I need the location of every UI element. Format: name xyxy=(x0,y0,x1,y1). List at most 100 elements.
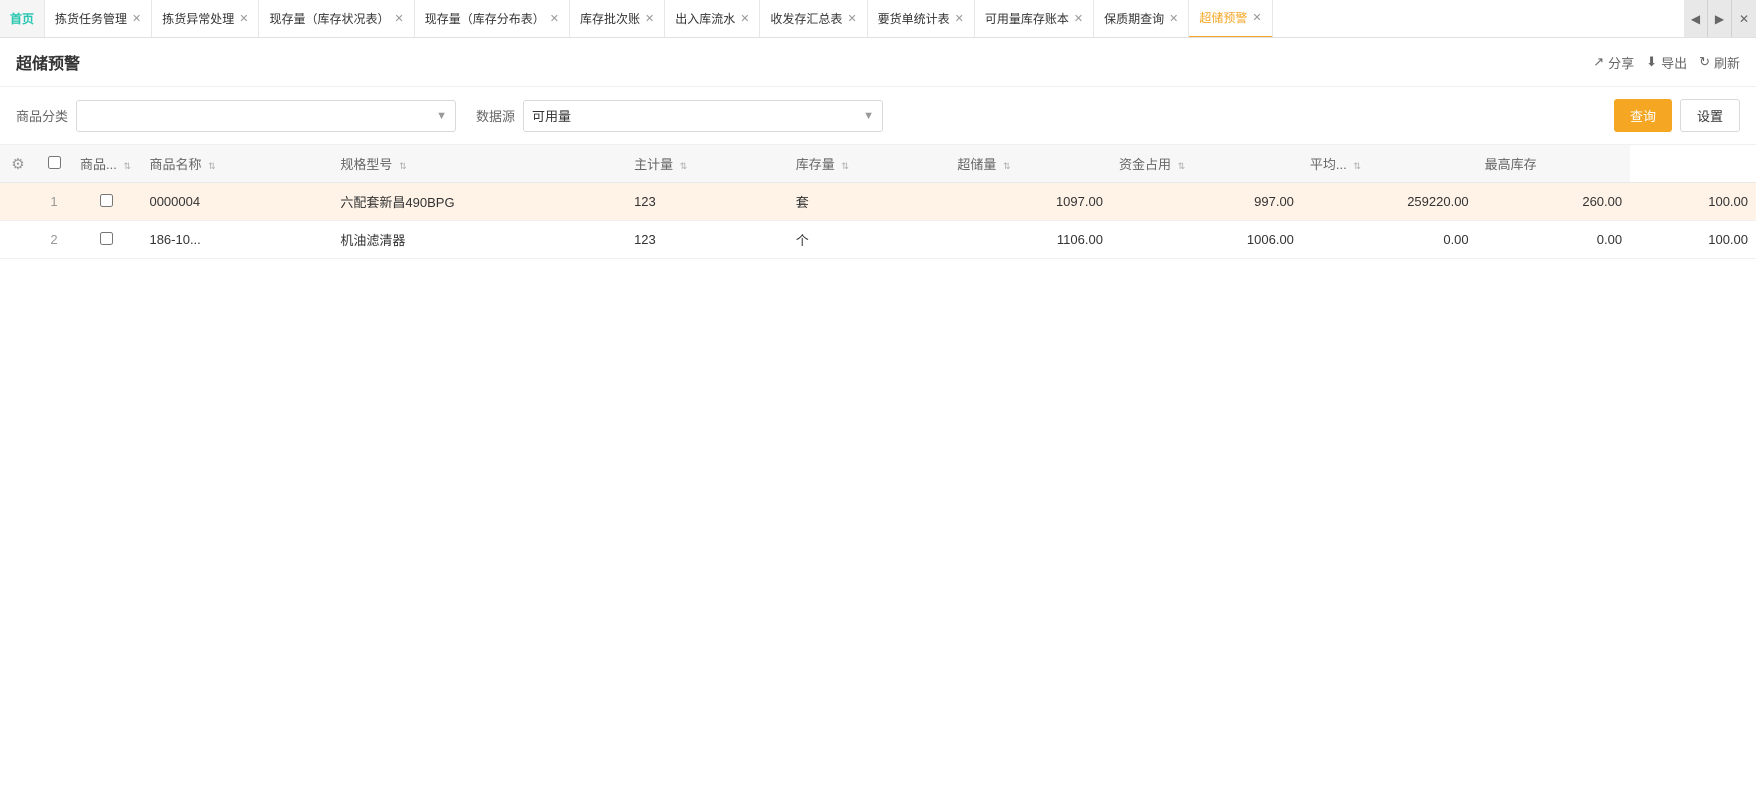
nav-tab-label: 库存批次账 xyxy=(580,10,640,27)
th-avg-label: 平均... xyxy=(1310,157,1347,172)
row-num: 1 xyxy=(36,183,72,221)
close-tab-icon[interactable]: ✕ xyxy=(645,12,654,25)
nav-tab-label: 收发存汇总表 xyxy=(770,10,842,27)
th-max-stock: 最高库存 xyxy=(1477,145,1630,183)
nav-tab[interactable]: 现存量（库存分布表）✕ xyxy=(415,0,570,38)
filter-area: 商品分类 ▼ 数据源 可用量 ▼ 查询 设置 xyxy=(0,87,1756,145)
close-tab-icon[interactable]: ✕ xyxy=(847,12,856,25)
nav-prev-btn[interactable]: ◀ xyxy=(1684,0,1708,38)
nav-tab[interactable]: 要货单统计表 ✕ xyxy=(868,0,975,38)
cell-avg: 0.00 xyxy=(1477,221,1630,259)
sort-unit-icon[interactable]: ⇅ xyxy=(680,161,690,172)
close-tab-icon[interactable]: ✕ xyxy=(1252,11,1261,24)
home-label: 首页 xyxy=(10,10,34,27)
gear-icon[interactable]: ⚙ xyxy=(11,156,24,173)
table-row: 2 186-10... 机油滤清器 123 个 1106.00 1006.00 … xyxy=(0,221,1756,259)
close-tab-icon[interactable]: ✕ xyxy=(1169,12,1178,25)
sort-stock-icon[interactable]: ⇅ xyxy=(841,161,851,172)
nav-tab-label: 要货单统计表 xyxy=(878,10,950,27)
th-avg: 平均... ⇅ xyxy=(1302,145,1477,183)
row-gear-cell xyxy=(0,183,36,221)
cell-stock: 1097.00 xyxy=(949,183,1111,221)
export-icon: ⬇ xyxy=(1646,54,1657,70)
share-btn[interactable]: ↗ 分享 xyxy=(1593,53,1634,72)
cell-product-name: 机油滤清器 xyxy=(332,221,626,259)
category-select-value xyxy=(85,108,89,123)
nav-tab-label: 拣货异常处理 xyxy=(162,10,234,27)
close-tab-icon[interactable]: ✕ xyxy=(239,12,248,25)
export-btn[interactable]: ⬇ 导出 xyxy=(1646,53,1687,72)
share-label: 分享 xyxy=(1608,53,1634,72)
share-icon: ↗ xyxy=(1593,54,1604,70)
row-num: 2 xyxy=(36,221,72,259)
nav-home[interactable]: 首页 xyxy=(0,0,45,38)
nav-next-btn[interactable]: ▶ xyxy=(1708,0,1732,38)
close-tab-icon[interactable]: ✕ xyxy=(1074,12,1083,25)
row-gear-cell xyxy=(0,221,36,259)
th-unit: 主计量 ⇅ xyxy=(626,145,788,183)
refresh-label: 刷新 xyxy=(1714,53,1740,72)
nav-tab[interactable]: 拣货异常处理 ✕ xyxy=(152,0,259,38)
th-stock-label: 库存量 xyxy=(796,157,835,172)
table-container: ⚙ 商品... ⇅ 商品名称 ⇅ 规格型号 ⇅ xyxy=(0,145,1756,259)
nav-close-btn[interactable]: ✕ xyxy=(1732,0,1756,38)
cell-max-stock: 100.00 xyxy=(1630,221,1756,259)
row-checkbox[interactable] xyxy=(100,194,113,207)
th-capital-label: 资金占用 xyxy=(1119,157,1171,172)
nav-tab[interactable]: 拣货任务管理 ✕ xyxy=(45,0,152,38)
th-unit-label: 主计量 xyxy=(634,157,673,172)
datasource-label: 数据源 xyxy=(476,106,515,125)
th-checkbox xyxy=(36,145,72,183)
cell-overstock: 1006.00 xyxy=(1111,221,1302,259)
nav-tab-label: 现存量（库存状况表） xyxy=(269,10,389,27)
cell-checkbox xyxy=(72,221,141,259)
cell-checkbox xyxy=(72,183,141,221)
category-select[interactable]: ▼ xyxy=(76,100,456,132)
query-button[interactable]: 查询 xyxy=(1614,99,1672,132)
nav-tab[interactable]: 保质期查询✕ xyxy=(1094,0,1189,38)
th-spec: 规格型号 ⇅ xyxy=(332,145,626,183)
sort-spec-icon[interactable]: ⇅ xyxy=(399,161,409,172)
cell-stock: 1106.00 xyxy=(949,221,1111,259)
th-overstock: 超储量 ⇅ xyxy=(949,145,1111,183)
th-product-code-label: 商品... xyxy=(80,157,117,172)
refresh-btn[interactable]: ↻ 刷新 xyxy=(1699,53,1740,72)
page-header: 超储预警 ↗ 分享 ⬇ 导出 ↻ 刷新 xyxy=(0,38,1756,87)
refresh-icon: ↻ xyxy=(1699,54,1710,70)
close-tab-icon[interactable]: ✕ xyxy=(395,12,404,25)
cell-max-stock: 100.00 xyxy=(1630,183,1756,221)
th-product-name-label: 商品名称 xyxy=(149,157,201,172)
th-product-code: 商品... ⇅ xyxy=(72,145,141,183)
close-tab-icon[interactable]: ✕ xyxy=(740,12,749,25)
sort-capital-icon[interactable]: ⇅ xyxy=(1178,161,1188,172)
close-tab-icon[interactable]: ✕ xyxy=(955,12,964,25)
nav-tab[interactable]: 库存批次账 ✕ xyxy=(570,0,665,38)
sort-product-code-icon[interactable]: ⇅ xyxy=(123,161,133,172)
th-max-stock-label: 最高库存 xyxy=(1485,157,1537,172)
sort-avg-icon[interactable]: ⇅ xyxy=(1353,161,1363,172)
th-gear: ⚙ xyxy=(0,145,36,183)
header-actions: ↗ 分享 ⬇ 导出 ↻ 刷新 xyxy=(1593,53,1740,72)
nav-arrows: ◀ ▶ ✕ xyxy=(1684,0,1756,38)
select-all-checkbox[interactable] xyxy=(48,156,61,169)
cell-spec: 123 xyxy=(626,183,788,221)
cell-unit: 个 xyxy=(788,221,950,259)
close-tab-icon[interactable]: ✕ xyxy=(132,12,141,25)
row-checkbox[interactable] xyxy=(100,232,113,245)
nav-tab-label: 拣货任务管理 xyxy=(55,10,127,27)
datasource-select[interactable]: 可用量 ▼ xyxy=(523,100,883,132)
main-table: ⚙ 商品... ⇅ 商品名称 ⇅ 规格型号 ⇅ xyxy=(0,145,1756,259)
nav-tab[interactable]: 现存量（库存状况表） ✕ xyxy=(259,0,414,38)
nav-tab[interactable]: 出入库流水✕ xyxy=(665,0,760,38)
sort-product-name-icon[interactable]: ⇅ xyxy=(208,161,218,172)
nav-tab[interactable]: 超储预警✕ xyxy=(1189,0,1272,38)
settings-button[interactable]: 设置 xyxy=(1680,99,1740,132)
cell-product-name: 六配套新昌490BPG xyxy=(332,183,626,221)
nav-tab[interactable]: 收发存汇总表 ✕ xyxy=(760,0,867,38)
th-stock: 库存量 ⇅ xyxy=(788,145,950,183)
cell-overstock: 997.00 xyxy=(1111,183,1302,221)
close-tab-icon[interactable]: ✕ xyxy=(550,12,559,25)
nav-tab[interactable]: 可用量库存账本✕ xyxy=(975,0,1094,38)
cell-capital: 259220.00 xyxy=(1302,183,1477,221)
sort-overstock-icon[interactable]: ⇅ xyxy=(1003,161,1013,172)
